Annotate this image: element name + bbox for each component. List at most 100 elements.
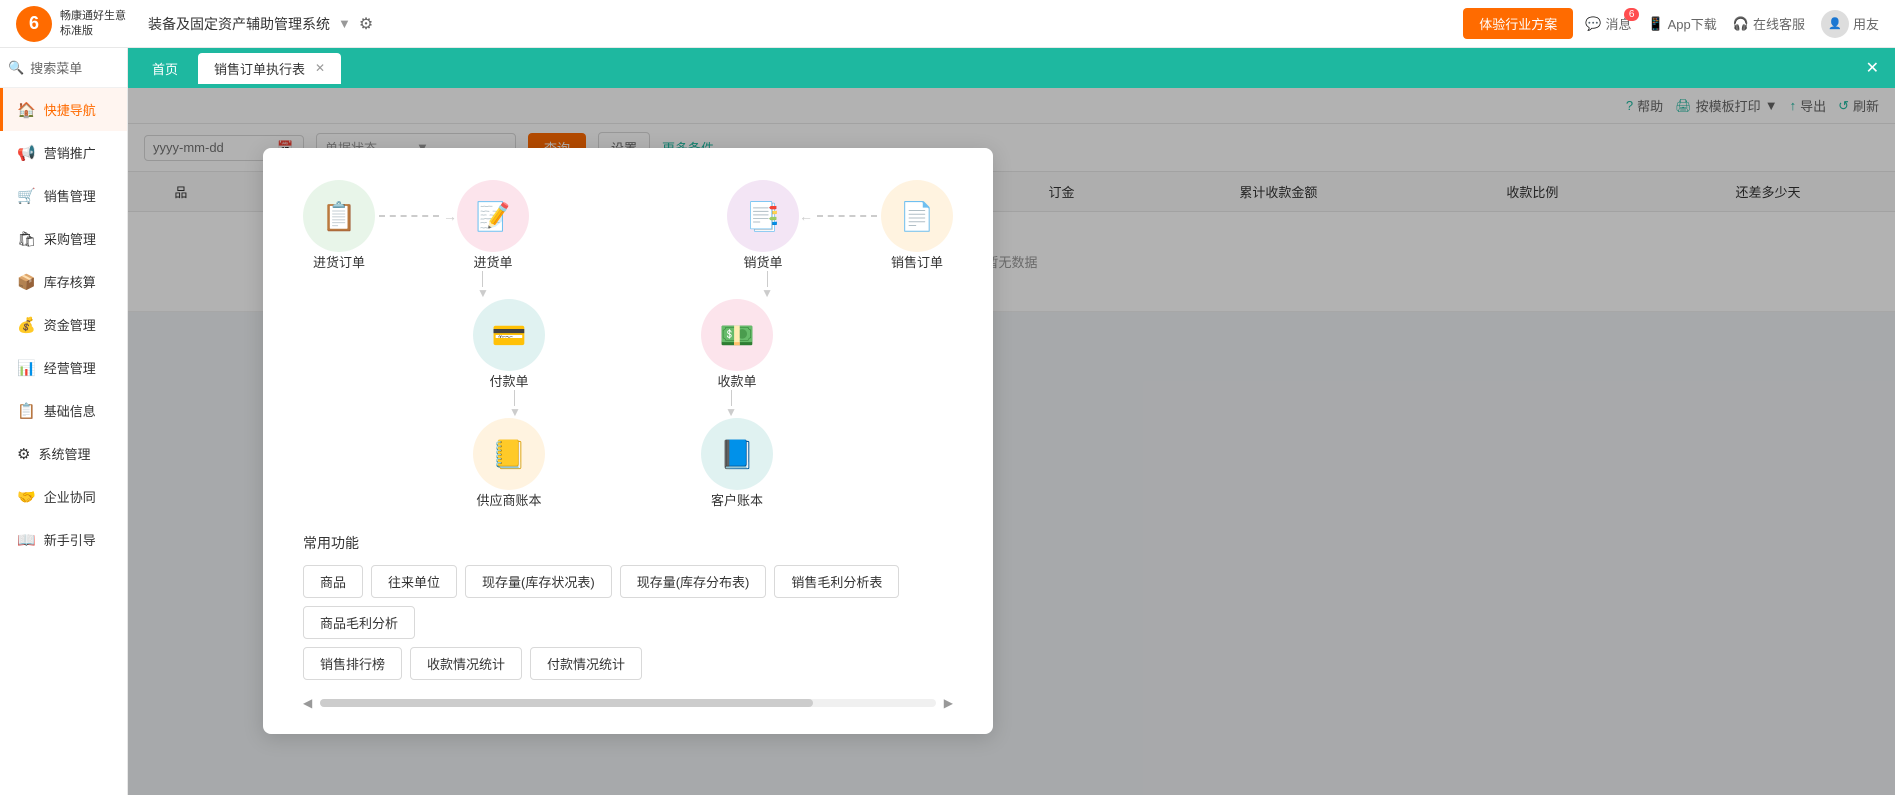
app-download-item[interactable]: 📱 App下载 xyxy=(1647,14,1716,33)
sidebar-icon-operations: 📊 xyxy=(17,359,36,377)
tab-sales-orders[interactable]: 销售订单执行表✕ xyxy=(198,53,341,84)
message-item[interactable]: 💬 消息 6 xyxy=(1585,14,1631,33)
logo: 6 畅康通好生意 标准版 xyxy=(16,6,136,42)
sidebar-icon-beginner: 📖 xyxy=(17,531,36,549)
sidebar-item-inventory[interactable]: 📦库存核算 xyxy=(0,260,127,303)
sidebar-label-purchase: 采购管理 xyxy=(44,229,96,248)
purchase-bill-label: 进货单 xyxy=(473,252,512,271)
sidebar-search[interactable]: 🔍 搜索菜单 xyxy=(0,48,127,88)
download-icon: 📱 xyxy=(1647,16,1663,32)
tab-label-home: 首页 xyxy=(152,59,178,78)
message-icon: 💬 xyxy=(1585,16,1601,32)
func-row-2: 销售排行榜收款情况统计付款情况统计 xyxy=(303,647,953,680)
sidebar-label-enterprise: 企业协同 xyxy=(44,487,96,506)
sidebar-icon-basic-info: 📋 xyxy=(17,402,36,420)
func-button-2[interactable]: 现存量(库存状况表) xyxy=(465,565,612,598)
sales-bill-icon: 📑 xyxy=(727,180,799,252)
flow-modal: 📋 进货订单 → 📝 进货单 xyxy=(263,148,993,734)
flow-purchase-bill: 📝 进货单 xyxy=(457,180,529,271)
modal-scrollbar: ◀ ▶ xyxy=(303,696,953,710)
sidebar-item-purchase[interactable]: 🛍 采购管理 xyxy=(0,217,127,260)
flow-customer-account: 📘 客户账本 xyxy=(701,418,773,509)
purchase-order-label: 进货订单 xyxy=(313,252,365,271)
purchase-bill-icon: 📝 xyxy=(457,180,529,252)
tab-close-sales-orders[interactable]: ✕ xyxy=(315,61,325,75)
supplier-account-label: 供应商账本 xyxy=(476,490,541,509)
func-button-0[interactable]: 商品 xyxy=(303,565,363,598)
sidebar-item-finance[interactable]: 💰 资金管理 xyxy=(0,303,127,346)
sidebar-item-sales[interactable]: 🛒销售管理 xyxy=(0,174,127,217)
sidebar-label-marketing: 营销推广 xyxy=(44,143,96,162)
user-item[interactable]: 👤 用友 xyxy=(1821,10,1879,38)
sidebar-item-operations[interactable]: 📊 经营管理 xyxy=(0,346,127,389)
scroll-right-arrow[interactable]: ▶ xyxy=(944,696,953,710)
tab-bar: 首页 销售订单执行表✕ ✕ xyxy=(128,48,1895,88)
sidebar-item-system[interactable]: ⚙ 系统管理 xyxy=(0,432,127,475)
flow-section: 📋 进货订单 → 📝 进货单 xyxy=(303,180,953,509)
customer-account-label: 客户账本 xyxy=(711,490,763,509)
header-right: 💬 消息 6 📱 App下载 🎧 在线客服 👤 用友 xyxy=(1585,10,1879,38)
logo-text: 畅康通好生意 标准版 xyxy=(60,9,126,38)
system-name: 装备及固定资产辅助管理系统 xyxy=(148,14,330,34)
sidebar-item-beginner[interactable]: 📖 新手引导 xyxy=(0,518,127,561)
sidebar-label-quick-nav: 快捷导航 xyxy=(44,100,96,119)
func-button-5[interactable]: 商品毛利分析 xyxy=(303,606,415,639)
sidebar-item-quick-nav[interactable]: 🏠快捷导航 xyxy=(0,88,127,131)
flow-payment-bill: 💳 付款单 xyxy=(473,299,545,390)
sidebar-icon-finance: 💰 xyxy=(17,316,36,334)
supplier-account-icon: 📒 xyxy=(473,418,545,490)
sidebar-label-system: 系统管理 xyxy=(38,444,90,463)
flow-purchase-order: 📋 进货订单 xyxy=(303,180,375,271)
search-icon: 🔍 xyxy=(8,60,24,76)
sidebar-icon-enterprise: 🤝 xyxy=(17,488,36,506)
scrollbar-track xyxy=(320,699,936,707)
sales-order-icon: 📄 xyxy=(881,180,953,252)
avatar: 👤 xyxy=(1821,10,1849,38)
sidebar-item-marketing[interactable]: 📢 营销推广 xyxy=(0,131,127,174)
func-button-4[interactable]: 销售毛利分析表 xyxy=(774,565,899,598)
logo-icon: 6 xyxy=(16,6,52,42)
payment-bill-label: 付款单 xyxy=(489,371,528,390)
flow-supplier-account: 📒 供应商账本 xyxy=(473,418,545,509)
online-service-item[interactable]: 🎧 在线客服 xyxy=(1733,14,1805,33)
customer-account-icon: 📘 xyxy=(701,418,773,490)
sidebar-label-beginner: 新手引导 xyxy=(44,530,96,549)
sidebar-icon-purchase: 🛍 xyxy=(17,230,36,248)
tab-home[interactable]: 首页 xyxy=(136,53,194,84)
common-functions-title: 常用功能 xyxy=(303,533,953,553)
page-content: ? 帮助 🖨 按模板打印 ▼ ↑ 导出 ↺ xyxy=(128,88,1895,795)
func-button-6[interactable]: 销售排行榜 xyxy=(303,647,402,680)
system-title: 装备及固定资产辅助管理系统 ▼ ⚙ xyxy=(148,14,1451,34)
flow-sales-bill: 📑 销货单 xyxy=(727,180,799,271)
purchase-order-icon: 📋 xyxy=(303,180,375,252)
receipt-bill-label: 收款单 xyxy=(717,371,756,390)
func-button-7[interactable]: 收款情况统计 xyxy=(410,647,522,680)
flow-sales-order: 📄 销售订单 xyxy=(881,180,953,271)
flow-receipt-bill: 💵 收款单 xyxy=(701,299,773,390)
sidebar-label-finance: 资金管理 xyxy=(44,315,96,334)
dropdown-icon[interactable]: ▼ xyxy=(338,16,351,31)
sidebar-label-sales: 销售管理 xyxy=(44,186,96,205)
scrollbar-thumb xyxy=(320,699,812,707)
sidebar-icon-system: ⚙ xyxy=(17,445,30,463)
scroll-left-arrow[interactable]: ◀ xyxy=(303,696,312,710)
right-content: 首页销售订单执行表✕ ✕ ? 帮助 🖨 按模板打印 xyxy=(128,48,1895,795)
experience-button[interactable]: 体验行业方案 xyxy=(1463,8,1573,39)
common-functions: 常用功能 商品往来单位现存量(库存状况表)现存量(库存分布表)销售毛利分析表商品… xyxy=(303,533,953,680)
message-badge: 6 xyxy=(1624,8,1640,21)
sidebar-label-operations: 经营管理 xyxy=(44,358,96,377)
sidebar-label-inventory: 库存核算 xyxy=(44,272,96,291)
window-close-button[interactable]: ✕ xyxy=(1858,58,1887,78)
func-button-1[interactable]: 往来单位 xyxy=(371,565,457,598)
sidebar: 🔍 搜索菜单 🏠快捷导航 📢 营销推广 🛒销售管理 🛍 采购管理 📦库存核算 💰 资金管理 📊 经营… xyxy=(0,48,128,795)
settings-icon[interactable]: ⚙ xyxy=(359,14,373,34)
sidebar-item-basic-info[interactable]: 📋基础信息 xyxy=(0,389,127,432)
sidebar-item-enterprise[interactable]: 🤝 企业协同 xyxy=(0,475,127,518)
payment-bill-icon: 💳 xyxy=(473,299,545,371)
sales-bill-label: 销货单 xyxy=(743,252,782,271)
receipt-bill-icon: 💵 xyxy=(701,299,773,371)
sidebar-icon-marketing: 📢 xyxy=(17,144,36,162)
sales-order-label: 销售订单 xyxy=(891,252,943,271)
func-button-3[interactable]: 现存量(库存分布表) xyxy=(620,565,767,598)
func-button-8[interactable]: 付款情况统计 xyxy=(530,647,642,680)
